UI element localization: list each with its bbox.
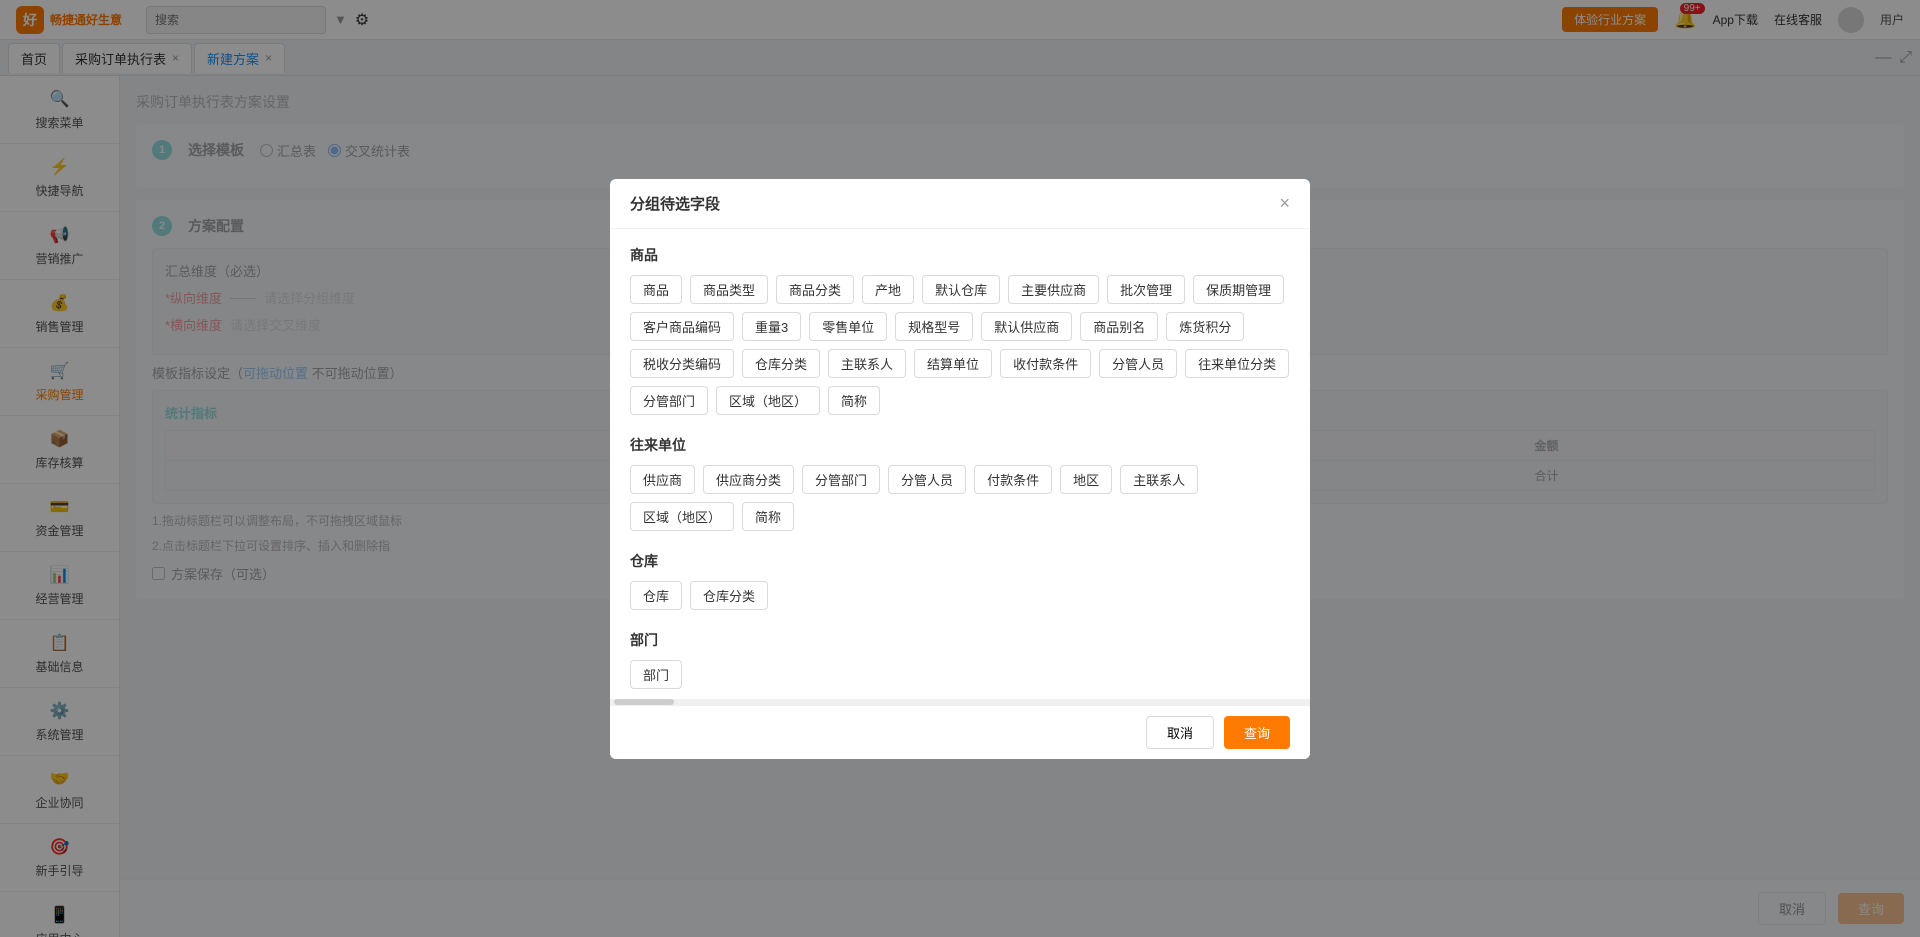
field-tag-main-contact2[interactable]: 主联系人 — [1120, 465, 1198, 494]
field-tag-spec-model[interactable]: 规格型号 — [895, 312, 973, 341]
field-tag-region2[interactable]: 地区 — [1060, 465, 1112, 494]
field-tag-dept2[interactable]: 分管部门 — [802, 465, 880, 494]
field-tag-tax-code[interactable]: 税收分类编码 — [630, 349, 734, 378]
field-tag-settlement-unit[interactable]: 结算单位 — [914, 349, 992, 378]
field-tag-payment-terms2[interactable]: 付款条件 — [974, 465, 1052, 494]
section-counterpart-tags: 供应商 供应商分类 分管部门 分管人员 付款条件 地区 主联系人 区域（地区） … — [630, 465, 1290, 531]
field-tag-supplier[interactable]: 供应商 — [630, 465, 695, 494]
modal-cancel-button[interactable]: 取消 — [1146, 716, 1214, 749]
modal-footer: 取消 查询 — [610, 705, 1310, 759]
field-tag-region-product[interactable]: 区域（地区） — [716, 386, 820, 415]
field-tag-points[interactable]: 炼货积分 — [1166, 312, 1244, 341]
field-tag-product-alias[interactable]: 商品别名 — [1080, 312, 1158, 341]
field-tag-abbr-product[interactable]: 简称 — [828, 386, 880, 415]
section-warehouse: 仓库 仓库 仓库分类 — [630, 551, 1290, 610]
field-tag-main-supplier[interactable]: 主要供应商 — [1008, 275, 1099, 304]
field-tag-warehouse[interactable]: 仓库 — [630, 581, 682, 610]
section-product-title: 商品 — [630, 245, 1290, 265]
modal-title: 分组待选字段 — [630, 193, 720, 214]
field-tag-manager2[interactable]: 分管人员 — [888, 465, 966, 494]
field-tag-region-area2[interactable]: 区域（地区） — [630, 502, 734, 531]
field-tag-origin[interactable]: 产地 — [862, 275, 914, 304]
modal-header: 分组待选字段 × — [610, 179, 1310, 229]
field-tag-dept[interactable]: 分管部门 — [630, 386, 708, 415]
modal-overlay: 分组待选字段 × 商品 商品 商品类型 商品分类 产地 默认仓库 主要供应商 批… — [0, 0, 1920, 937]
section-department-title: 部门 — [630, 630, 1290, 650]
section-department-tags: 部门 — [630, 660, 1290, 689]
modal-body: 商品 商品 商品类型 商品分类 产地 默认仓库 主要供应商 批次管理 保质期管理… — [610, 229, 1310, 699]
modal-close-button[interactable]: × — [1279, 193, 1290, 214]
field-tag-customer-code[interactable]: 客户商品编码 — [630, 312, 734, 341]
field-tag-default-supplier[interactable]: 默认供应商 — [981, 312, 1072, 341]
section-product-tags: 商品 商品类型 商品分类 产地 默认仓库 主要供应商 批次管理 保质期管理 客户… — [630, 275, 1290, 415]
field-tag-partner-category[interactable]: 往来单位分类 — [1185, 349, 1289, 378]
modal-confirm-button[interactable]: 查询 — [1224, 716, 1290, 749]
field-tag-product-category[interactable]: 商品分类 — [776, 275, 854, 304]
field-tag-department[interactable]: 部门 — [630, 660, 682, 689]
field-tag-main-contact[interactable]: 主联系人 — [828, 349, 906, 378]
field-tag-weight3[interactable]: 重量3 — [742, 312, 801, 341]
field-tag-warehouse-category[interactable]: 仓库分类 — [742, 349, 820, 378]
section-counterpart: 往来单位 供应商 供应商分类 分管部门 分管人员 付款条件 地区 主联系人 区域… — [630, 435, 1290, 531]
field-tag-payment-terms[interactable]: 收付款条件 — [1000, 349, 1091, 378]
field-tag-abbr2[interactable]: 简称 — [742, 502, 794, 531]
section-warehouse-title: 仓库 — [630, 551, 1290, 571]
section-warehouse-tags: 仓库 仓库分类 — [630, 581, 1290, 610]
section-counterpart-title: 往来单位 — [630, 435, 1290, 455]
field-tag-default-warehouse[interactable]: 默认仓库 — [922, 275, 1000, 304]
field-tag-product[interactable]: 商品 — [630, 275, 682, 304]
field-tag-product-type[interactable]: 商品类型 — [690, 275, 768, 304]
field-tag-warehouse-cat[interactable]: 仓库分类 — [690, 581, 768, 610]
field-tag-retail-unit[interactable]: 零售单位 — [809, 312, 887, 341]
field-tag-expiry-mgmt[interactable]: 保质期管理 — [1193, 275, 1284, 304]
field-select-modal: 分组待选字段 × 商品 商品 商品类型 商品分类 产地 默认仓库 主要供应商 批… — [610, 179, 1310, 759]
section-product: 商品 商品 商品类型 商品分类 产地 默认仓库 主要供应商 批次管理 保质期管理… — [630, 245, 1290, 415]
field-tag-manager[interactable]: 分管人员 — [1099, 349, 1177, 378]
field-tag-batch-mgmt[interactable]: 批次管理 — [1107, 275, 1185, 304]
section-department: 部门 部门 — [630, 630, 1290, 689]
field-tag-supplier-category[interactable]: 供应商分类 — [703, 465, 794, 494]
